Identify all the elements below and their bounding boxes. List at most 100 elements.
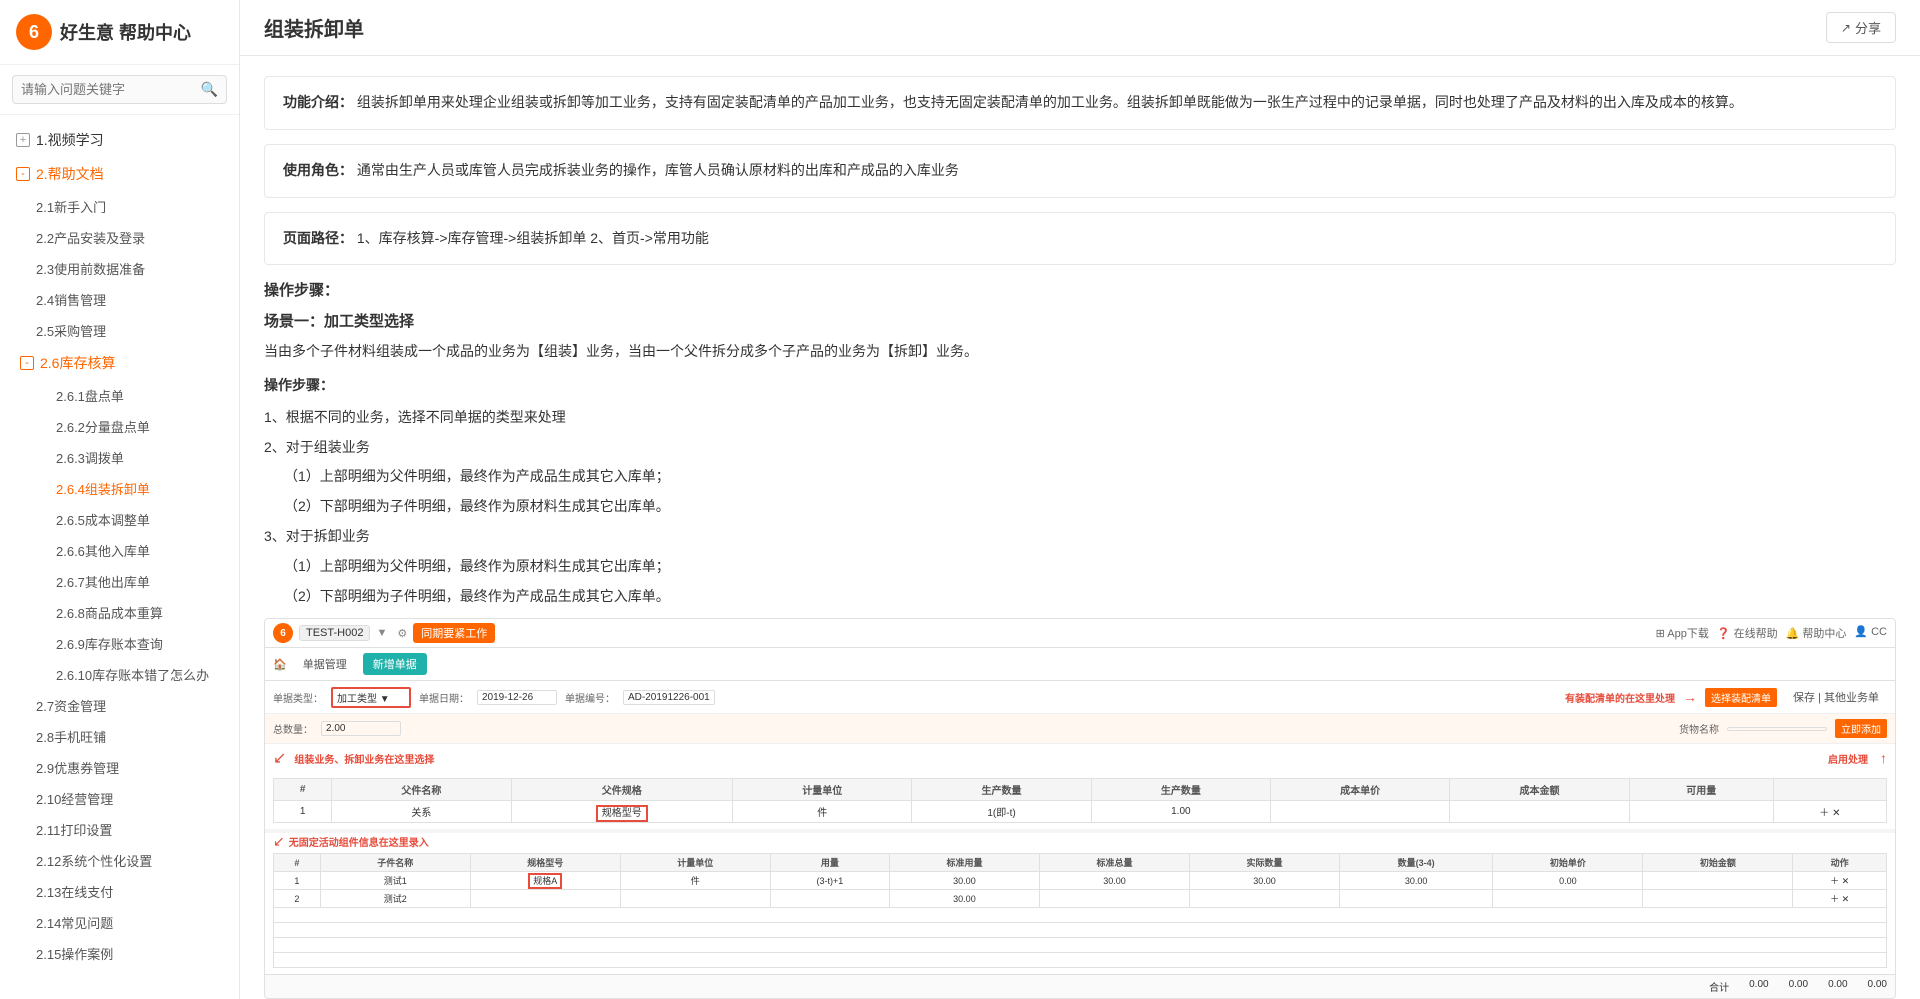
ss-sub-cell-spec-1: 规格A — [470, 872, 620, 890]
nav-section-header-1[interactable]: + 1.视频学习 — [0, 123, 239, 157]
nav-sub-item-2-12[interactable]: 2.12系统个性化设置 — [0, 845, 239, 876]
ss-sub-row-1: 1 测试1 规格A 件 (3-t)+1 30.00 30.00 30 — [274, 872, 1887, 890]
function-intro-label: 功能介绍： — [283, 94, 353, 110]
ss-sub-empty-2 — [274, 923, 1887, 938]
screenshot-mockup: 6 TEST-H002 ▼ ⚙ 同期要紧工作 ⊞ App下载 ❓ 在线帮助 🔔 … — [265, 619, 1895, 998]
ss-cell-unit-1: 件 — [733, 801, 912, 823]
ss-col-cost-price: 成本单价 — [1271, 779, 1450, 801]
nav-sub-item-2-6-8[interactable]: 2.6.8商品成本重算 — [20, 597, 239, 628]
ss-sub-row-empty-3 — [274, 938, 1887, 953]
ss-sub-col-child-name: 子件名称 — [320, 854, 470, 872]
path-block: 页面路径： 1、库存核算->库存管理->组装拆卸单 2、首页->常用功能 — [264, 212, 1896, 266]
ss-add-btn: 立即添加 — [1835, 719, 1887, 738]
ss-tab-manage: 单据管理 — [295, 653, 355, 675]
nav-sub-item-2-7[interactable]: 2.7资金管理 — [0, 690, 239, 721]
ss-sub-col-init-unit: 初始单价 — [1493, 854, 1643, 872]
search-icon[interactable]: 🔍 — [201, 81, 218, 98]
ss-sub-cell-spec-2 — [470, 890, 620, 908]
ss-col-prod-qty2: 生产数量 — [1091, 779, 1270, 801]
ss-sub-col-spec: 规格型号 — [470, 854, 620, 872]
nav-sub-item-2-11[interactable]: 2.11打印设置 — [0, 814, 239, 845]
ss-icon-apps: ⊞ App下载 — [1656, 625, 1709, 641]
nav-sub-item-2-6-10[interactable]: 2.6.10库存账本错了怎么办 — [20, 659, 239, 690]
ss-annotation-row: ↙ 组装业务、拆卸业务在这里选择 启用处理 ↑ — [265, 744, 1895, 772]
ss-sub-cell-name-1: 测试1 — [320, 872, 470, 890]
ss-sub-cell-actions-2: ＋ ✕ — [1793, 890, 1887, 908]
nav-sub-item-2-2[interactable]: 2.2产品安装及登录 — [0, 222, 239, 253]
search-input[interactable] — [21, 82, 201, 97]
ss-home-icon: 🏠 — [273, 658, 287, 671]
sidebar: 6 好生意 帮助中心 🔍 + 1.视频学习 - 2.帮助文档 2.1新手入门 2… — [0, 0, 240, 999]
nav-section-label-1: 1.视频学习 — [36, 130, 104, 150]
ss-label-search: 货物名称 — [1679, 721, 1719, 736]
nav-section-1[interactable]: + 1.视频学习 — [0, 123, 239, 157]
search-area: 🔍 — [0, 65, 239, 115]
ss-field-num: AD-20191226-001 — [623, 690, 715, 705]
nav-sub-item-2-6-7[interactable]: 2.6.7其他出库单 — [20, 566, 239, 597]
step-1: 1、根据不同的业务，选择不同单据的类型来处理 — [264, 406, 1896, 430]
ss-footer-v1: 0.00 — [1749, 979, 1768, 994]
share-button[interactable]: ↗ 分享 — [1826, 12, 1896, 43]
page-title: 组装拆卸单 — [264, 13, 364, 42]
ss-sub-cell-std1-1: 30.00 — [889, 872, 1039, 890]
ss-sub-col-no: # — [274, 854, 321, 872]
path-label: 页面路径： — [283, 230, 353, 246]
ss-sub-cell-unit-2 — [620, 890, 770, 908]
nav-sub-item-2-3[interactable]: 2.3使用前数据准备 — [0, 253, 239, 284]
ss-cell-prod1-1: 1(即-t) — [912, 801, 1091, 823]
ss-cell-spec-1: 规格型号 — [511, 801, 733, 823]
ss-icon-help: ❓ 在线帮助 — [1717, 625, 1778, 641]
nav-section-header-2[interactable]: - 2.帮助文档 — [0, 157, 239, 191]
ss-sub-cell-act-2 — [1189, 890, 1339, 908]
app-title: 好生意 帮助中心 — [60, 19, 191, 45]
nav-sub-item-2-5[interactable]: 2.5采购管理 — [0, 315, 239, 346]
nav-sub-item-2-13[interactable]: 2.13在线支付 — [0, 876, 239, 907]
ss-sub-red-spec-1: 规格A — [528, 873, 562, 889]
search-box[interactable]: 🔍 — [12, 75, 227, 104]
ss-sub-cell-actions-1: ＋ ✕ — [1793, 872, 1887, 890]
nav-sub-item-2-4[interactable]: 2.4销售管理 — [0, 284, 239, 315]
nav-sub-item-2-6-6[interactable]: 2.6.6其他入库单 — [20, 535, 239, 566]
ss-sub-col-init-amt: 初始金额 — [1643, 854, 1793, 872]
nav-sub-item-2-8[interactable]: 2.8手机旺铺 — [0, 721, 239, 752]
nav-sub-section-2-6: - 2.6库存核算 2.6.1盘点单 2.6.2分量盘点单 2.6.3调拨单 2… — [0, 346, 239, 690]
content-area: 功能介绍： 组装拆卸单用来处理企业组装或拆卸等加工业务，支持有固定装配清单的产品… — [240, 56, 1920, 999]
nav-section-2[interactable]: - 2.帮助文档 2.1新手入门 2.2产品安装及登录 2.3使用前数据准备 2… — [0, 157, 239, 969]
nav-sub-item-2-6-5[interactable]: 2.6.5成本调整单 — [20, 504, 239, 535]
scene1-steps-title: 操作步骤： — [264, 373, 1896, 398]
nav-expand-icon-1: + — [16, 133, 30, 147]
ss-col-actions — [1773, 779, 1886, 801]
scene1-title: 场景一：加工类型选择 — [264, 310, 1896, 331]
nav-sub-item-2-10[interactable]: 2.10经营管理 — [0, 783, 239, 814]
scene1-desc-text: 当由多个子件材料组装成一个成品的业务为【组装】业务，当由一个父件拆分成多个子产品… — [264, 343, 978, 359]
ss-sub-col-qty34: 数量(3-4) — [1339, 854, 1492, 872]
nav-sub-item-2-1[interactable]: 2.1新手入门 — [0, 191, 239, 222]
nav-sub-item-2-15[interactable]: 2.15操作案例 — [0, 938, 239, 969]
ss-arrow-down-2: ↙ — [273, 833, 285, 850]
nav-sub-item-2-6-9[interactable]: 2.6.9库存账本查询 — [20, 628, 239, 659]
ss-form-row-2: 总数量： 2.00 货物名称 立即添加 — [265, 714, 1895, 744]
ops-steps-section: 操作步骤： 场景一：加工类型选择 当由多个子件材料组装成一个成品的业务为【组装】… — [264, 279, 1896, 999]
ss-label-num: 单据编号： — [565, 690, 615, 705]
ss-sub-cell-usage-2 — [770, 890, 889, 908]
ss-footer-v2: 0.00 — [1789, 979, 1808, 994]
ss-dropdown-arrow: ▼ — [376, 627, 387, 639]
nav-sub-item-2-6-2[interactable]: 2.6.2分量盘点单 — [20, 411, 239, 442]
ss-main-table: # 父件名称 父件规格 计量单位 生产数量 生产数量 成本单价 成本金额 可用量 — [273, 778, 1887, 823]
ss-col-unit: 计量单位 — [733, 779, 912, 801]
ss-label-date: 单据日期： — [419, 690, 469, 705]
nav-sub-item-2-6-4[interactable]: 2.6.4组装拆卸单 — [20, 473, 239, 504]
role-block: 使用角色： 通常由生产人员或库管人员完成拆装业务的操作，库管人员确认原材料的出库… — [264, 144, 1896, 198]
ss-field-type: 加工类型 ▼ — [331, 687, 411, 708]
ss-col-prod-qty1: 生产数量 — [912, 779, 1091, 801]
path-text: 1、库存核算->库存管理->组装拆卸单 2、首页->常用功能 — [357, 230, 709, 246]
ss-settings-icon: ⚙ — [397, 627, 407, 640]
nav-sub-item-2-14[interactable]: 2.14常见问题 — [0, 907, 239, 938]
ss-sub-cell-name-2: 测试2 — [320, 890, 470, 908]
nav-sub-item-2-9[interactable]: 2.9优惠券管理 — [0, 752, 239, 783]
nav-sub-item-2-6-1[interactable]: 2.6.1盘点单 — [20, 380, 239, 411]
steps-label: 操作步骤： — [264, 377, 334, 393]
nav-section-header-2-6[interactable]: - 2.6库存核算 — [20, 346, 239, 380]
nav-section-label-2: 2.帮助文档 — [36, 164, 104, 184]
nav-sub-item-2-6-3[interactable]: 2.6.3调拨单 — [20, 442, 239, 473]
